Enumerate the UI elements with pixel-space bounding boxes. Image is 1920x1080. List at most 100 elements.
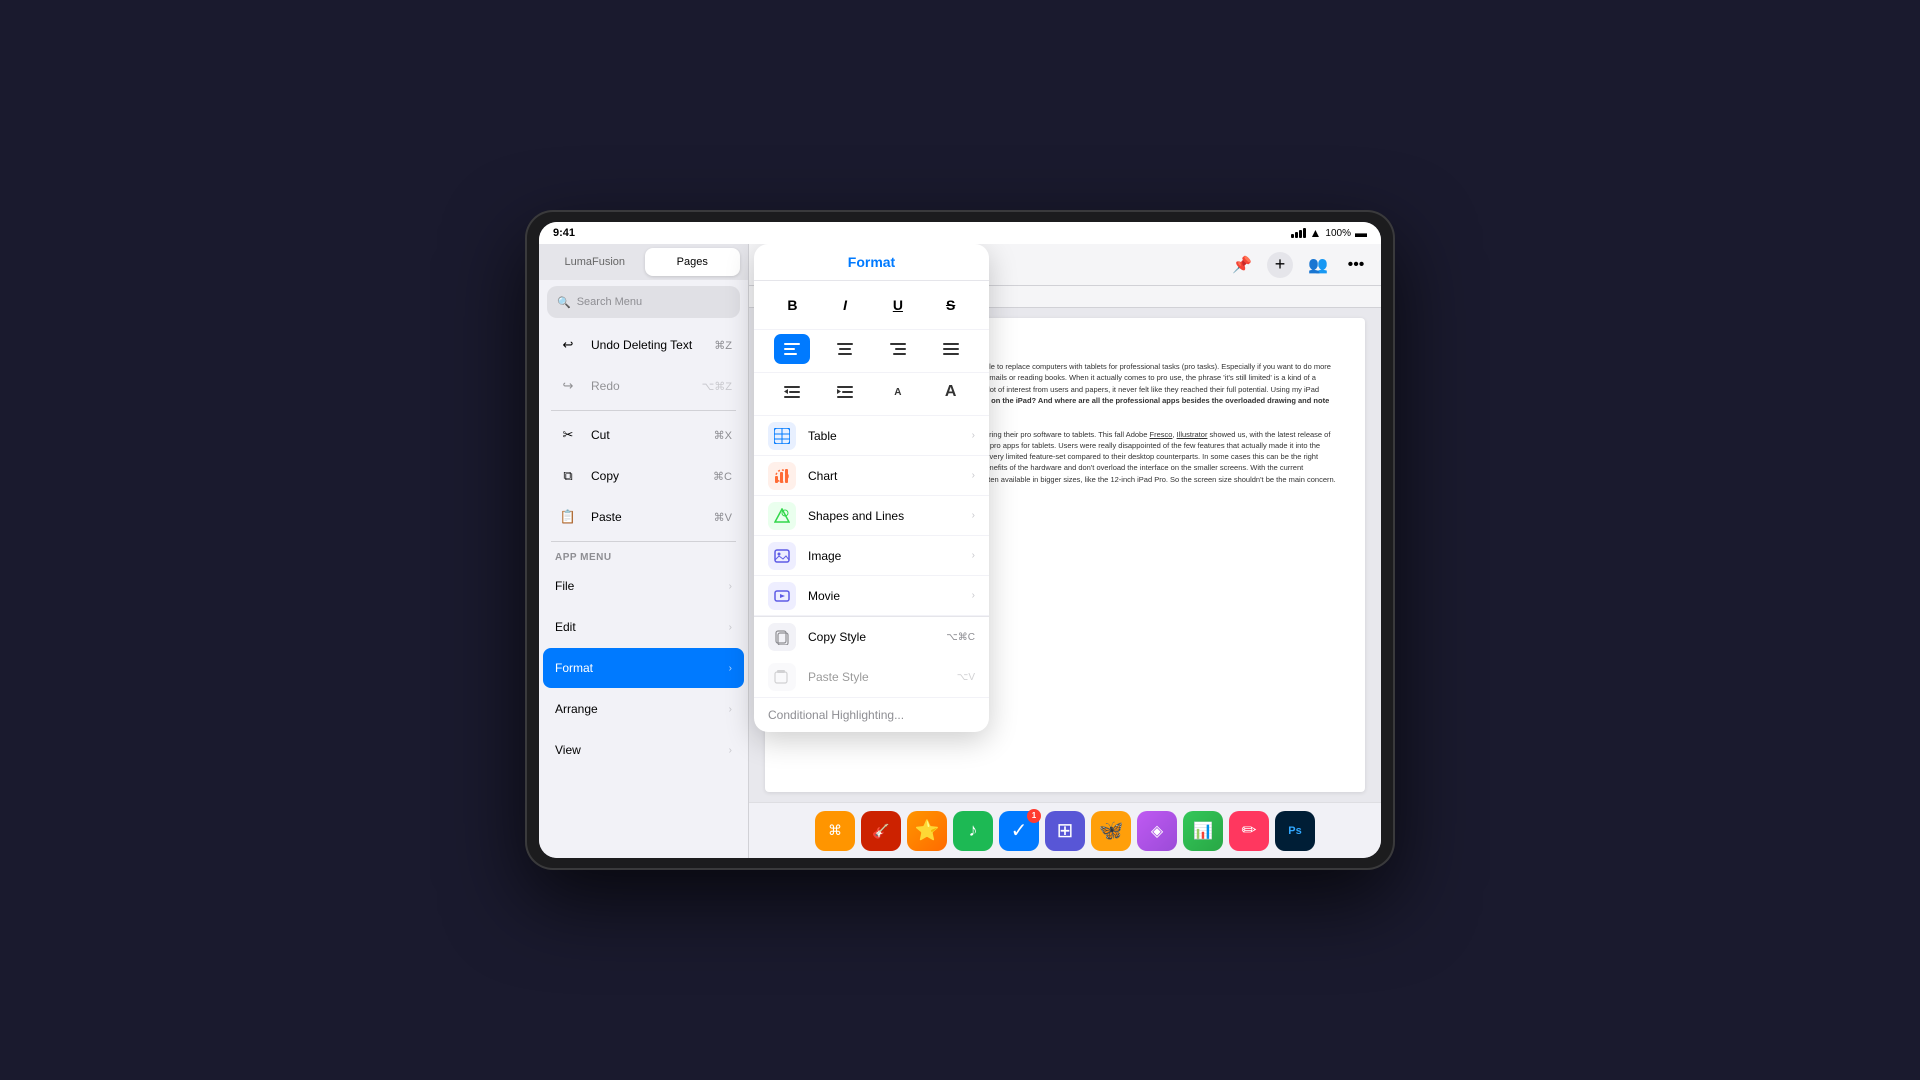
menu-item-undo[interactable]: ↩ Undo Deleting Text ⌘Z <box>543 325 744 365</box>
svg-text:🎸: 🎸 <box>872 823 889 840</box>
indent-button[interactable] <box>827 377 863 407</box>
copy-style-label: Copy Style <box>808 630 934 644</box>
align-left-button[interactable] <box>774 334 810 364</box>
table-label: Table <box>808 429 960 443</box>
people-icon[interactable]: 👥 <box>1305 252 1331 278</box>
insert-shapes[interactable]: Shapes and Lines › <box>754 496 989 536</box>
ipad-frame: 9:41 ▲ 100% ▬ LumaFusion <box>525 210 1395 870</box>
undo-icon: ↩ <box>555 332 581 358</box>
paste-style-label: Paste Style <box>808 670 945 684</box>
strikethrough-button[interactable]: S <box>933 289 969 321</box>
tab-pages[interactable]: Pages <box>645 248 741 276</box>
font-small-label: A <box>894 387 901 398</box>
image-chevron-icon: › <box>972 550 975 561</box>
chart-chevron-icon: › <box>972 470 975 481</box>
cut-label: Cut <box>591 428 704 442</box>
menu-item-format[interactable]: Format › <box>543 648 744 688</box>
outdent-button[interactable] <box>774 377 810 407</box>
file-label: File <box>555 579 719 593</box>
paste-style-item[interactable]: Paste Style ⌥V <box>754 657 989 697</box>
menu-item-view[interactable]: View › <box>543 730 744 770</box>
menu-item-redo[interactable]: ↪ Redo ⌥⌘Z <box>543 366 744 406</box>
movie-chevron-icon: › <box>972 590 975 601</box>
dock-star[interactable]: ⭐ <box>907 811 947 851</box>
cut-shortcut: ⌘X <box>714 429 732 442</box>
insert-table[interactable]: Table › <box>754 416 989 456</box>
font-large-button[interactable]: A <box>933 377 969 407</box>
battery-text: 100% <box>1325 228 1351 239</box>
left-panel: LumaFusion Pages 🔍 Search Menu ↩ <box>539 244 749 858</box>
insert-chart[interactable]: Chart › <box>754 456 989 496</box>
table-icon <box>768 422 796 450</box>
format-chevron-icon: › <box>729 663 732 674</box>
shapes-icon <box>768 502 796 530</box>
dock-tasks[interactable]: ✓ 1 <box>999 811 1039 851</box>
menu-section: ↩ Undo Deleting Text ⌘Z ↪ Redo ⌥⌘Z ✂ <box>539 324 748 858</box>
tab-lumafusion[interactable]: LumaFusion <box>547 248 643 276</box>
insert-image[interactable]: Image › <box>754 536 989 576</box>
menu-item-file[interactable]: File › <box>543 566 744 606</box>
conditional-label: Conditional Highlighting... <box>768 708 904 722</box>
divider-1 <box>551 410 736 411</box>
search-placeholder: Search Menu <box>577 296 642 308</box>
table-chevron-icon: › <box>972 430 975 441</box>
conditional-row[interactable]: Conditional Highlighting... <box>754 697 989 732</box>
format-label: Format <box>555 661 719 675</box>
dock-lumafusion[interactable]: ⌘ <box>815 811 855 851</box>
dock-pencil[interactable]: ✏ <box>1229 811 1269 851</box>
font-large-label: A <box>945 383 957 401</box>
menu-item-paste[interactable]: 📋 Paste ⌘V <box>543 497 744 537</box>
underline-button[interactable]: U <box>880 289 916 321</box>
paste-style-icon <box>768 663 796 691</box>
insert-movie[interactable]: Movie › <box>754 576 989 616</box>
chart-icon <box>768 462 796 490</box>
bold-button[interactable]: B <box>774 289 810 321</box>
add-icon[interactable]: + <box>1267 252 1293 278</box>
copy-style-item[interactable]: Copy Style ⌥⌘C <box>754 617 989 657</box>
paste-icon: 📋 <box>555 504 581 530</box>
movie-icon <box>768 582 796 610</box>
wifi-icon: ▲ <box>1310 226 1322 240</box>
menu-item-copy[interactable]: ⧉ Copy ⌘C <box>543 456 744 496</box>
format-header: Format <box>754 244 989 281</box>
status-time: 9:41 <box>553 227 575 239</box>
align-center-button[interactable] <box>827 334 863 364</box>
pin-icon[interactable]: 📌 <box>1229 252 1255 278</box>
undo-shortcut: ⌘Z <box>714 339 732 352</box>
dock-tasks-badge: 1 <box>1027 809 1041 823</box>
dock-gem[interactable]: ◈ <box>1137 811 1177 851</box>
italic-button[interactable]: I <box>827 289 863 321</box>
dock-butterfly[interactable]: 🦋 <box>1091 811 1131 851</box>
menu-item-edit[interactable]: Edit › <box>543 607 744 647</box>
style-section: Copy Style ⌥⌘C Paste Style ⌥V Conditiona… <box>754 616 989 732</box>
chart-label: Chart <box>808 469 960 483</box>
arrange-label: Arrange <box>555 702 719 716</box>
alignment-row <box>754 330 989 373</box>
font-small-button[interactable]: A <box>880 377 916 407</box>
redo-shortcut: ⌥⌘Z <box>702 380 732 393</box>
dock-guitarband[interactable]: 🎸 <box>861 811 901 851</box>
menu-item-cut[interactable]: ✂ Cut ⌘X <box>543 415 744 455</box>
arrange-chevron-icon: › <box>729 704 732 715</box>
align-justify-button[interactable] <box>933 334 969 364</box>
paste-style-shortcut: ⌥V <box>957 672 975 683</box>
dock-photoshop[interactable]: Ps <box>1275 811 1315 851</box>
dock-keynote[interactable]: 📊 <box>1183 811 1223 851</box>
more-icon[interactable]: ••• <box>1343 252 1369 278</box>
align-right-button[interactable] <box>880 334 916 364</box>
dock-spotify[interactable]: ♪ <box>953 811 993 851</box>
menu-item-arrange[interactable]: Arrange › <box>543 689 744 729</box>
text-style-row: B I U S <box>754 281 989 330</box>
view-label: View <box>555 743 719 757</box>
ipad-screen: 9:41 ▲ 100% ▬ LumaFusion <box>539 222 1381 858</box>
search-icon: 🔍 <box>557 296 571 309</box>
edit-chevron-icon: › <box>729 622 732 633</box>
signal-icon <box>1291 228 1306 238</box>
shapes-chevron-icon: › <box>972 510 975 521</box>
copy-style-shortcut: ⌥⌘C <box>946 632 975 643</box>
search-bar[interactable]: 🔍 Search Menu <box>547 286 740 318</box>
view-chevron-icon: › <box>729 745 732 756</box>
dock-command-strip[interactable]: ⊞ <box>1045 811 1085 851</box>
edit-label: Edit <box>555 620 719 634</box>
cut-icon: ✂ <box>555 422 581 448</box>
